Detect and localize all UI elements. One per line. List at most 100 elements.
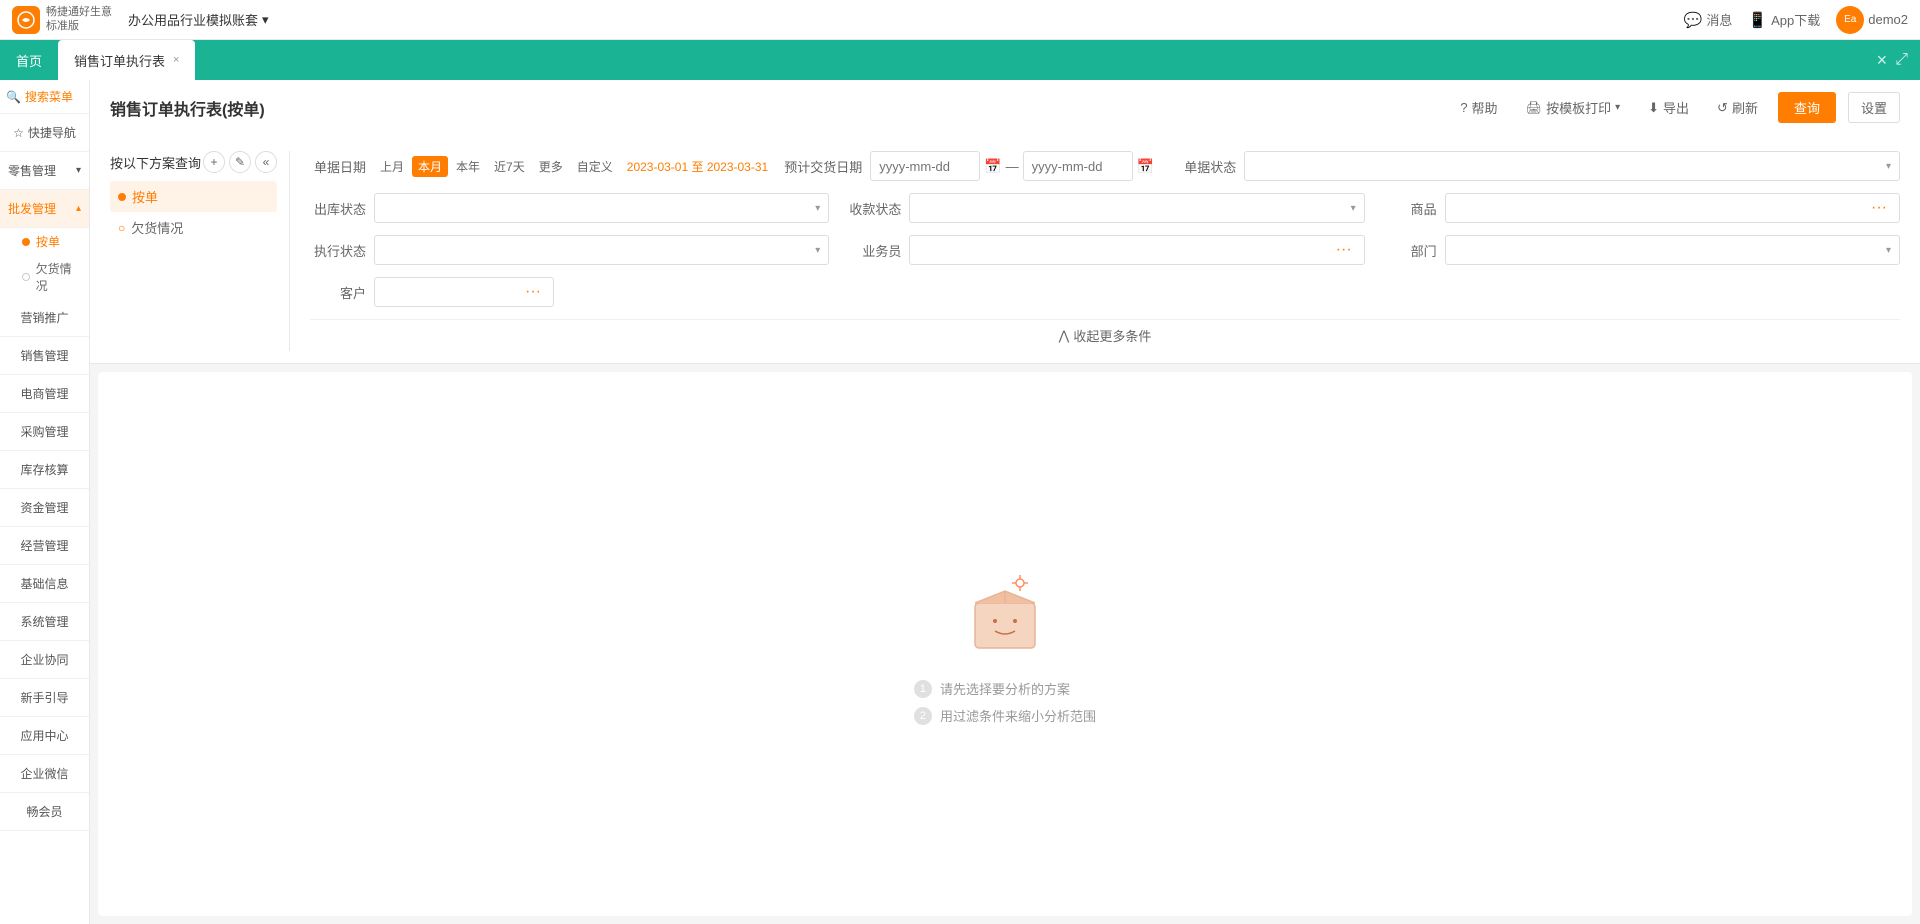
- collapse-scheme-button[interactable]: «: [255, 151, 277, 173]
- sidebar-item-inventory[interactable]: 库存核算: [0, 451, 89, 489]
- settings-button[interactable]: 设置: [1848, 92, 1900, 123]
- search-icon: 🔍: [6, 90, 21, 104]
- top-bar-left: 畅捷通好生意 标准版 办公用品行业模拟账套 ▾: [12, 6, 277, 34]
- tab-bar: 首页 销售订单执行表 × × ⤢: [0, 40, 1920, 80]
- sidebar-item-enterprise[interactable]: 企业协同: [0, 641, 89, 679]
- date-this-month[interactable]: 本月: [412, 156, 448, 177]
- page-actions: ? 帮助 🖨 按模板打印 ▾ ⬇ 导出 ↺ 刷新: [1452, 92, 1900, 123]
- date-range-display: 2023-03-01 至 2023-03-31: [627, 158, 768, 175]
- filter-row-2: 出库状态 收款状态: [310, 193, 1900, 223]
- logo-icon: [12, 6, 40, 34]
- salesperson-label: 业务员: [845, 241, 901, 260]
- top-bar: 畅捷通好生意 标准版 办公用品行业模拟账套 ▾ 💬 消息 📱 App下载 Ea …: [0, 0, 1920, 40]
- sidebar-item-app-center[interactable]: 应用中心: [0, 717, 89, 755]
- user-menu[interactable]: Ea demo2: [1836, 6, 1908, 34]
- salesperson-input[interactable]: ···: [909, 235, 1364, 265]
- dept-arrow: [1886, 245, 1891, 256]
- tab-restore-icon[interactable]: ×: [1877, 50, 1888, 71]
- filter-conditions: 单据日期 上月 本月 本年 近7天 更多 自定义 2023-03-01 至 20…: [290, 151, 1900, 351]
- top-menu-item[interactable]: 办公用品行业模拟账套 ▾: [120, 10, 277, 29]
- filter-group-date: 单据日期 上月 本月 本年 近7天 更多 自定义 2023-03-01 至 20…: [310, 156, 768, 177]
- template-print-button[interactable]: 🖨 按模板打印 ▾: [1518, 94, 1629, 121]
- app-download-button[interactable]: 📱 App下载: [1748, 10, 1820, 29]
- calendar-icon-from[interactable]: 📅: [984, 158, 1001, 175]
- tab-expand-icon[interactable]: ⤢: [1895, 51, 1908, 69]
- dept-label: 部门: [1381, 241, 1437, 260]
- payment-status-label: 收款状态: [845, 199, 901, 218]
- filter-group-order-status: 单据状态: [1180, 151, 1900, 181]
- date-custom[interactable]: 自定义: [571, 156, 619, 177]
- salesperson-ellipsis[interactable]: ···: [1332, 241, 1356, 259]
- filter-group-payment-status: 收款状态: [845, 193, 1364, 223]
- sidebar-item-ecommerce[interactable]: 电商管理: [0, 375, 89, 413]
- tab-close-icon[interactable]: ×: [173, 54, 179, 66]
- tab-sales-order[interactable]: 销售订单执行表 ×: [58, 40, 195, 80]
- order-status-arrow: [1886, 161, 1891, 172]
- goods-ellipsis[interactable]: ···: [1867, 199, 1891, 217]
- expected-date-to[interactable]: [1023, 151, 1133, 181]
- customer-input[interactable]: ···: [374, 277, 554, 307]
- dept-dropdown[interactable]: [1445, 235, 1900, 265]
- scheme-item-order[interactable]: 按单: [110, 181, 277, 212]
- page-title: 销售订单执行表(按单): [110, 96, 265, 120]
- add-scheme-button[interactable]: +: [203, 151, 225, 173]
- mobile-icon: 📱: [1748, 11, 1767, 29]
- payment-status-dropdown[interactable]: [909, 193, 1364, 223]
- sidebar-item-wechat[interactable]: 企业微信: [0, 755, 89, 793]
- help-icon: ?: [1460, 100, 1467, 115]
- sidebar-search[interactable]: 🔍 搜索菜单: [0, 80, 89, 114]
- export-button[interactable]: ⬇ 导出: [1640, 94, 1697, 121]
- logo-text: 畅捷通好生意 标准版: [46, 6, 112, 32]
- empty-illustration: [945, 563, 1065, 663]
- sidebar-item-sales[interactable]: 销售管理: [0, 337, 89, 375]
- scheme-item-backorder[interactable]: ○ 欠货情况: [110, 212, 277, 243]
- sidebar-item-wholesale[interactable]: 批发管理 ▴: [0, 190, 89, 228]
- sidebar-item-system[interactable]: 系统管理: [0, 603, 89, 641]
- collapse-up-icon: ⋀: [1059, 328, 1070, 344]
- goods-input[interactable]: ···: [1445, 193, 1900, 223]
- date-range-expected: 📅 — 📅: [870, 151, 1154, 181]
- date-this-year[interactable]: 本年: [450, 156, 486, 177]
- edit-scheme-button[interactable]: ✎: [229, 151, 251, 173]
- exec-status-label: 执行状态: [310, 241, 366, 260]
- expected-date-from[interactable]: [870, 151, 980, 181]
- sidebar-sub-item-order[interactable]: 按单: [0, 228, 89, 255]
- filter-panel: 按以下方案查询 + ✎ «: [90, 139, 1920, 364]
- sidebar-item-operations[interactable]: 经营管理: [0, 527, 89, 565]
- content-area: 销售订单执行表(按单) ? 帮助 🖨 按模板打印 ▾ ⬇ 导出: [90, 80, 1920, 924]
- order-status-dropdown[interactable]: [1244, 151, 1900, 181]
- message-button[interactable]: 💬 消息: [1684, 10, 1733, 29]
- help-button[interactable]: ? 帮助: [1452, 94, 1505, 121]
- date-last-month[interactable]: 上月: [374, 156, 410, 177]
- sidebar-item-finance[interactable]: 资金管理: [0, 489, 89, 527]
- refresh-button[interactable]: ↺ 刷新: [1709, 94, 1766, 121]
- sidebar-item-purchase[interactable]: 采购管理: [0, 413, 89, 451]
- sidebar-item-member[interactable]: 畅会员: [0, 793, 89, 831]
- date-7days[interactable]: 近7天: [488, 156, 531, 177]
- delivery-status-dropdown[interactable]: [374, 193, 829, 223]
- sidebar-shortcut[interactable]: ☆ 快捷导航: [0, 114, 89, 152]
- exec-status-dropdown[interactable]: [374, 235, 829, 265]
- message-icon: 💬: [1684, 11, 1703, 29]
- logo-area: 畅捷通好生意 标准版: [12, 6, 112, 34]
- inactive-dot-icon: [22, 273, 30, 281]
- date-more[interactable]: 更多: [533, 156, 569, 177]
- sidebar-item-basic-info[interactable]: 基础信息: [0, 565, 89, 603]
- customer-ellipsis[interactable]: ···: [521, 283, 545, 301]
- tab-home[interactable]: 首页: [0, 40, 58, 80]
- chevron-up-icon: ▴: [76, 203, 81, 214]
- query-button[interactable]: 查询: [1778, 92, 1836, 123]
- collapse-filter-button[interactable]: ⋀ 收起更多条件: [310, 319, 1900, 351]
- sidebar-item-marketing[interactable]: 营销推广: [0, 299, 89, 337]
- sidebar-sub-item-backorder[interactable]: 欠货情况: [0, 255, 89, 299]
- sidebar-item-retail[interactable]: 零售管理 ▾: [0, 152, 89, 190]
- export-icon: ⬇: [1648, 100, 1659, 116]
- sidebar-item-guide[interactable]: 新手引导: [0, 679, 89, 717]
- scheme-actions: + ✎ «: [203, 151, 277, 173]
- avatar: Ea: [1836, 6, 1864, 34]
- filter-row-4: 客户 ···: [310, 277, 1900, 307]
- sidebar: 🔍 搜索菜单 ☆ 快捷导航 零售管理 ▾ 批发管理 ▴ 按单 欠货情况 营销推广…: [0, 80, 90, 924]
- calendar-icon-to[interactable]: 📅: [1137, 158, 1154, 175]
- expected-date-label: 预计交货日期: [784, 157, 862, 176]
- payment-arrow: [1351, 203, 1356, 214]
